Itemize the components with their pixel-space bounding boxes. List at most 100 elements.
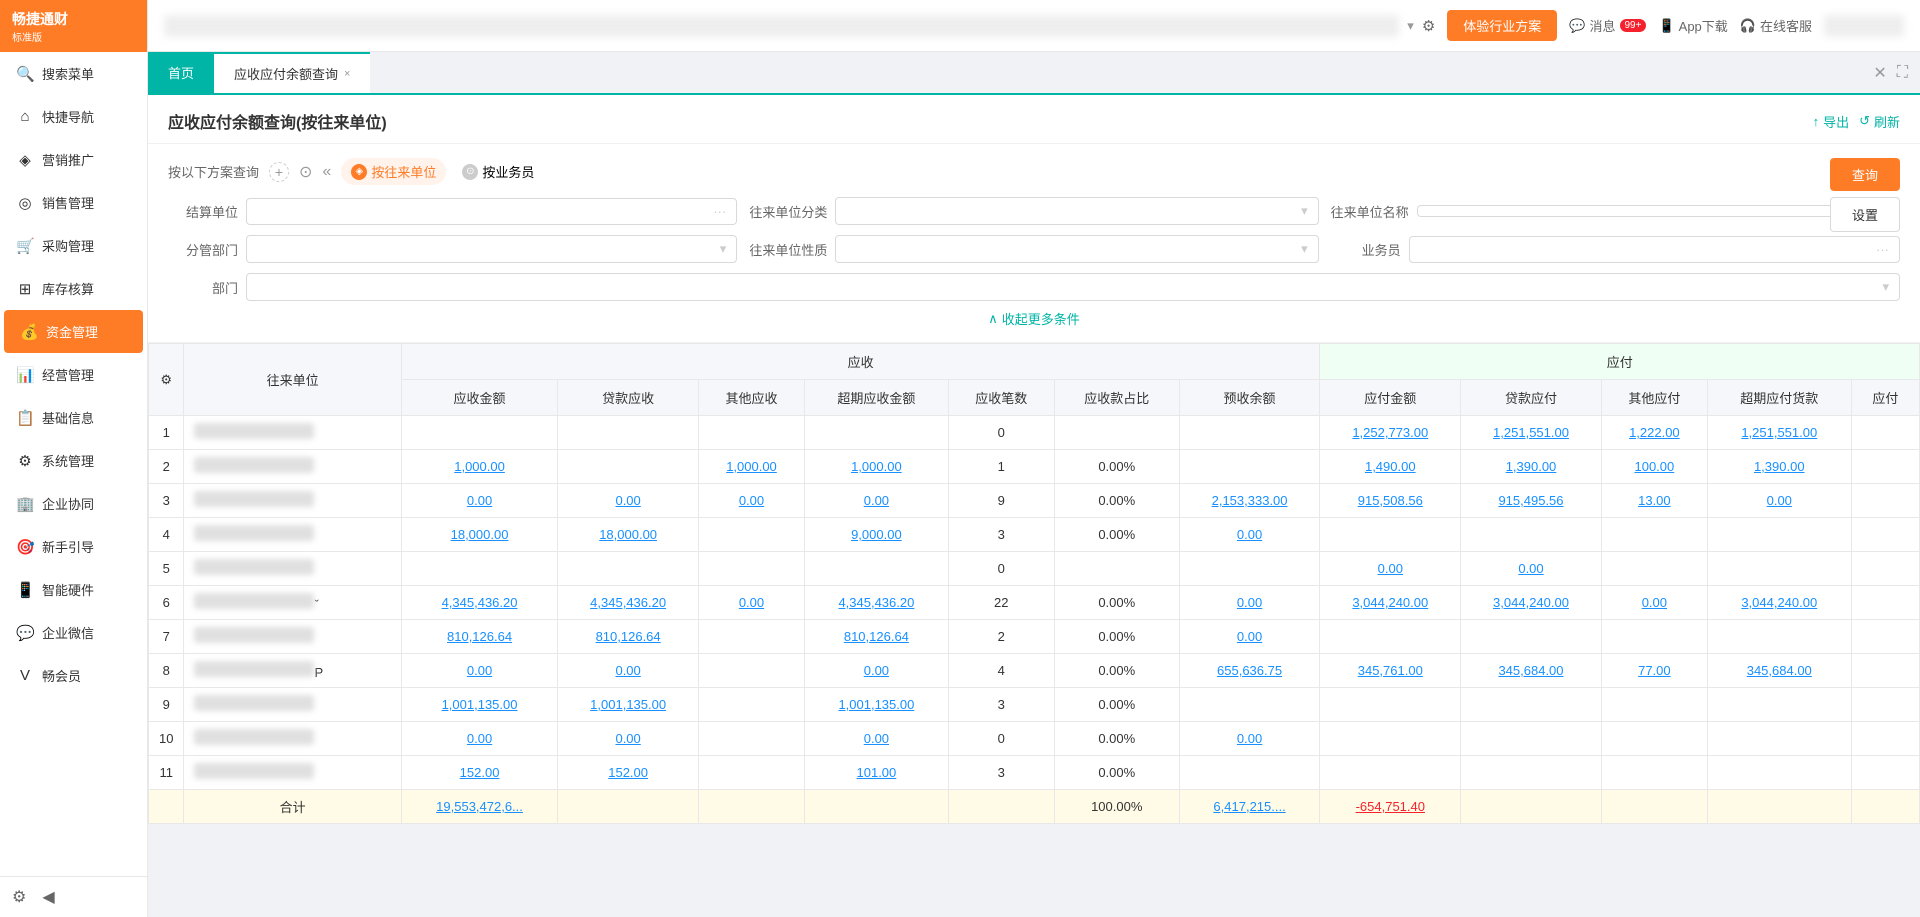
table-cell[interactable] — [1179, 416, 1320, 450]
table-cell[interactable] — [1179, 688, 1320, 722]
table-cell[interactable]: 18,000.00 — [401, 518, 557, 552]
filter-scheme-icon[interactable]: ⊙ — [299, 162, 312, 182]
trial-btn[interactable]: 体验行业方案 — [1447, 10, 1557, 41]
table-cell[interactable] — [1461, 518, 1602, 552]
window-close-icon[interactable]: ✕ — [1873, 63, 1886, 83]
query-btn[interactable]: 查询 — [1830, 158, 1900, 191]
scheme-by-unit[interactable]: ◈ 按往来单位 — [341, 158, 446, 185]
table-cell[interactable]: 1,490.00 — [1320, 450, 1461, 484]
table-cell[interactable] — [698, 518, 804, 552]
table-cell[interactable]: 0.00 — [805, 484, 949, 518]
table-cell[interactable] — [1320, 688, 1461, 722]
table-cell[interactable]: 0.00 — [558, 722, 699, 756]
setting-btn[interactable]: 设置 — [1830, 197, 1900, 232]
table-cell[interactable] — [1179, 450, 1320, 484]
table-cell[interactable]: 0.00 — [1707, 484, 1851, 518]
table-cell[interactable]: 3,044,240.00 — [1461, 586, 1602, 620]
table-cell[interactable] — [1320, 722, 1461, 756]
table-cell[interactable] — [1707, 688, 1851, 722]
filter-dept2-input[interactable]: ▾ — [246, 273, 1900, 301]
sidebar-item-member[interactable]: V 畅会员 — [0, 654, 147, 697]
table-cell[interactable]: 3,044,240.00 — [1707, 586, 1851, 620]
table-cell[interactable] — [1601, 688, 1707, 722]
total-ar-prepaid[interactable]: 6,417,215.... — [1179, 790, 1320, 824]
table-cell[interactable]: 0.00 — [401, 654, 557, 688]
sidebar-item-smart-hw[interactable]: 📱 智能硬件 — [0, 568, 147, 611]
table-cell[interactable]: 1,222.00 — [1601, 416, 1707, 450]
table-cell[interactable]: 0.00 — [698, 586, 804, 620]
refresh-btn[interactable]: ↺ 刷新 — [1859, 112, 1900, 131]
table-settings-col[interactable]: ⚙ — [149, 344, 184, 416]
table-cell[interactable]: 0.00 — [1179, 620, 1320, 654]
table-cell[interactable]: 0.00 — [805, 654, 949, 688]
collapse-icon[interactable]: ◀ — [42, 887, 54, 907]
filter-name-input[interactable] — [1417, 205, 1900, 217]
table-cell[interactable] — [1601, 518, 1707, 552]
user-avatar[interactable] — [1824, 15, 1904, 37]
sidebar-item-basic-info[interactable]: 📋 基础信息 — [0, 396, 147, 439]
table-cell[interactable] — [698, 552, 804, 586]
table-cell[interactable]: 101.00 — [805, 756, 949, 790]
filter-dept-input[interactable]: ▾ — [246, 235, 737, 263]
filter-salesperson-input[interactable]: ··· — [1409, 236, 1900, 263]
table-cell[interactable]: 1,001,135.00 — [401, 688, 557, 722]
table-cell[interactable]: 100.00 — [1601, 450, 1707, 484]
collapse-btn[interactable]: ∧ 收起更多条件 — [988, 309, 1080, 328]
table-cell[interactable]: 0.00 — [698, 484, 804, 518]
table-cell[interactable] — [1707, 620, 1851, 654]
sidebar-item-system[interactable]: ⚙ 系统管理 — [0, 439, 147, 482]
table-cell[interactable] — [1461, 688, 1602, 722]
table-cell[interactable]: 0.00 — [1179, 518, 1320, 552]
sidebar-item-inventory[interactable]: ⊞ 库存核算 — [0, 267, 147, 310]
table-cell[interactable]: 0.00 — [1461, 552, 1602, 586]
table-cell[interactable] — [1461, 756, 1602, 790]
table-cell[interactable] — [805, 552, 949, 586]
table-cell[interactable]: 3,044,240.00 — [1320, 586, 1461, 620]
dropdown-icon[interactable]: ▾ — [1407, 18, 1414, 34]
filter-category-input[interactable]: ▾ — [835, 197, 1318, 225]
table-cell[interactable]: 77.00 — [1601, 654, 1707, 688]
filter-nature-input[interactable]: ▾ — [835, 235, 1318, 263]
table-cell[interactable] — [698, 654, 804, 688]
table-cell[interactable] — [698, 756, 804, 790]
table-cell[interactable]: 18,000.00 — [558, 518, 699, 552]
table-cell[interactable]: 0.00 — [1179, 722, 1320, 756]
table-cell[interactable]: 0.00 — [558, 654, 699, 688]
notification-btn[interactable]: 💬 消息 99+ — [1569, 16, 1646, 35]
table-cell[interactable] — [1601, 552, 1707, 586]
table-cell[interactable] — [698, 620, 804, 654]
table-cell[interactable]: 0.00 — [805, 722, 949, 756]
table-cell[interactable] — [1707, 722, 1851, 756]
table-cell[interactable] — [805, 416, 949, 450]
filter-collapse-left[interactable]: « — [322, 163, 331, 181]
settings-icon[interactable]: ⚙ — [1422, 17, 1435, 35]
settings-icon[interactable]: ⚙ — [12, 887, 26, 907]
table-cell[interactable]: 4,345,436.20 — [401, 586, 557, 620]
online-service-btn[interactable]: 🎧 在线客服 — [1740, 16, 1812, 35]
table-cell[interactable] — [1179, 552, 1320, 586]
table-cell[interactable] — [1707, 518, 1851, 552]
sidebar-item-finance[interactable]: 💰 资金管理 — [4, 310, 143, 353]
table-cell[interactable] — [1601, 620, 1707, 654]
table-cell[interactable]: 915,495.56 — [1461, 484, 1602, 518]
table-cell[interactable] — [1461, 620, 1602, 654]
total-ap-amount[interactable]: -654,751.40 — [1320, 790, 1461, 824]
table-cell[interactable]: 152.00 — [558, 756, 699, 790]
table-cell[interactable]: 1,000.00 — [401, 450, 557, 484]
table-cell[interactable] — [401, 416, 557, 450]
table-cell[interactable]: 655,636.75 — [1179, 654, 1320, 688]
table-cell[interactable]: 0.00 — [401, 722, 557, 756]
scheme-by-employee[interactable]: ⊙ 按业务员 — [452, 158, 544, 185]
export-btn[interactable]: ↑ 导出 — [1813, 112, 1850, 131]
table-cell[interactable]: 1,390.00 — [1707, 450, 1851, 484]
sidebar-item-enterprise[interactable]: 🏢 企业协同 — [0, 482, 147, 525]
table-cell[interactable]: 810,126.64 — [558, 620, 699, 654]
table-cell[interactable]: 1,252,773.00 — [1320, 416, 1461, 450]
tab-ar-ap[interactable]: 应收应付余额查询 × — [214, 52, 370, 93]
sidebar-item-sales[interactable]: ◎ 销售管理 — [0, 181, 147, 224]
table-cell[interactable] — [1707, 756, 1851, 790]
sidebar-item-marketing[interactable]: ◈ 营销推广 — [0, 138, 147, 181]
table-cell[interactable]: 9,000.00 — [805, 518, 949, 552]
table-cell[interactable]: 1,390.00 — [1461, 450, 1602, 484]
table-cell[interactable] — [1601, 756, 1707, 790]
